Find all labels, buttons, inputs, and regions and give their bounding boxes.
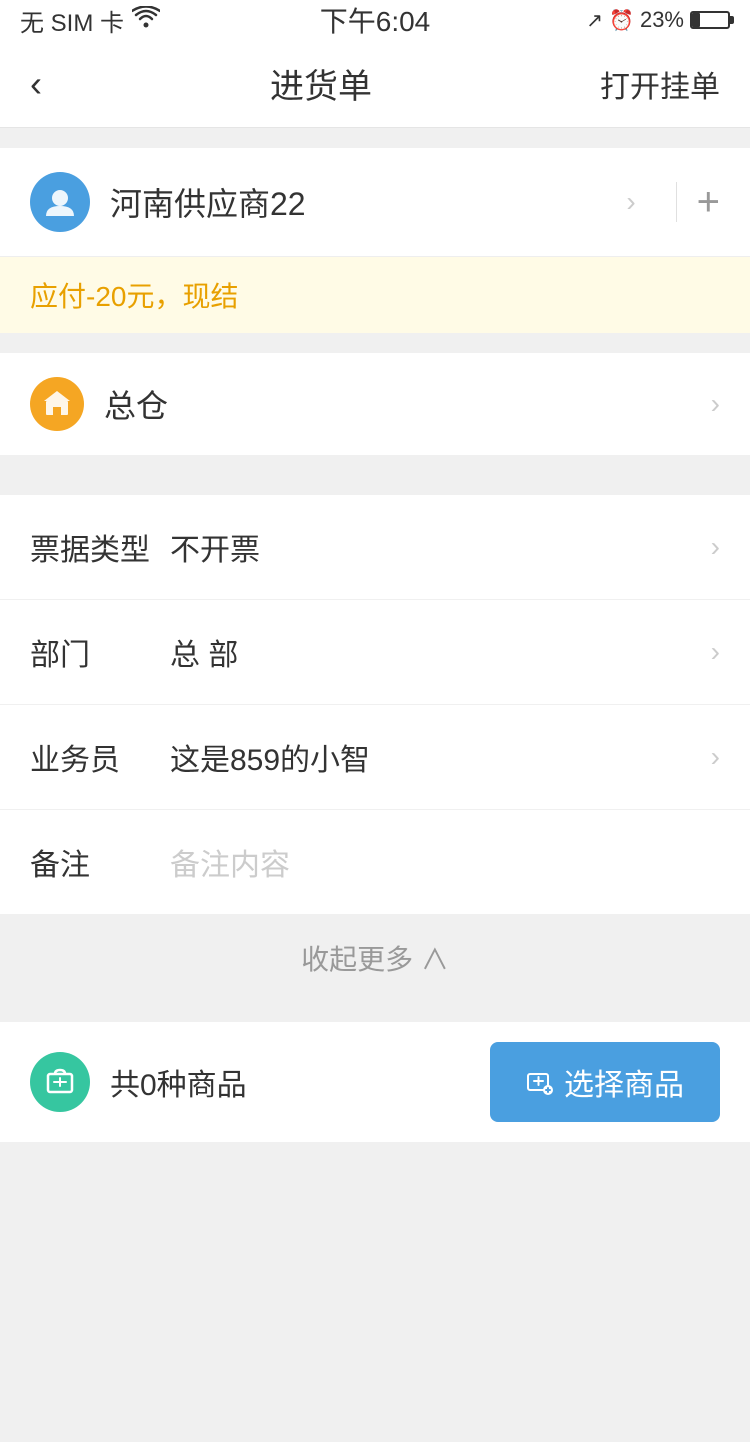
product-left: 共0种商品 bbox=[30, 1052, 247, 1112]
open-pending-button[interactable]: 打开挂单 bbox=[600, 62, 720, 106]
warehouse-section: 总仓 › bbox=[0, 353, 750, 455]
gap-3 bbox=[0, 455, 750, 475]
add-supplier-button[interactable]: + bbox=[697, 180, 720, 225]
battery-icon bbox=[690, 11, 730, 29]
invoice-row[interactable]: 票据类型 不开票 › bbox=[0, 495, 750, 600]
invoice-value: 不开票 bbox=[170, 525, 711, 569]
collapse-label: 收起更多 ∧ bbox=[301, 938, 449, 978]
status-time: 下午6:04 bbox=[320, 0, 431, 40]
department-row[interactable]: 部门 总 部 › bbox=[0, 600, 750, 705]
product-icon bbox=[30, 1052, 90, 1112]
remark-input[interactable]: 备注内容 bbox=[170, 840, 720, 884]
status-left: 无 SIM 卡 bbox=[20, 3, 160, 38]
salesperson-chevron-icon: › bbox=[711, 741, 720, 773]
department-label: 部门 bbox=[30, 630, 170, 674]
back-button[interactable]: ‹ bbox=[30, 63, 42, 105]
supplier-avatar bbox=[30, 172, 90, 232]
status-bar: 无 SIM 卡 下午6:04 ↗ ⏰ 23% bbox=[0, 0, 750, 40]
product-count-label: 共0种商品 bbox=[110, 1060, 247, 1104]
alarm-icon: ⏰ bbox=[609, 8, 634, 33]
department-chevron-icon: › bbox=[711, 636, 720, 668]
salesperson-value: 这是859的小智 bbox=[170, 735, 711, 779]
divider bbox=[676, 182, 677, 222]
remark-label: 备注 bbox=[30, 840, 170, 884]
salesperson-label: 业务员 bbox=[30, 735, 170, 779]
form-section: 票据类型 不开票 › 部门 总 部 › 业务员 这是859的小智 › 备注 备注… bbox=[0, 495, 750, 914]
warehouse-icon bbox=[30, 377, 84, 431]
warehouse-chevron-icon: › bbox=[711, 388, 720, 420]
supplier-section: 河南供应商22 › + 应付-20元，现结 bbox=[0, 148, 750, 333]
carrier-label: 无 SIM 卡 bbox=[20, 3, 124, 38]
gap-2 bbox=[0, 333, 750, 353]
gap-1 bbox=[0, 128, 750, 148]
product-bar: 共0种商品 选择商品 bbox=[0, 1022, 750, 1142]
nav-bar: ‹ 进货单 打开挂单 bbox=[0, 40, 750, 128]
department-value: 总 部 bbox=[170, 630, 711, 674]
invoice-label: 票据类型 bbox=[30, 525, 170, 569]
bottom-area bbox=[0, 1142, 750, 1442]
page-title: 进货单 bbox=[270, 59, 372, 108]
invoice-chevron-icon: › bbox=[711, 531, 720, 563]
warehouse-row[interactable]: 总仓 › bbox=[0, 353, 750, 455]
supplier-row[interactable]: 河南供应商22 › + bbox=[0, 148, 750, 257]
supplier-name: 河南供应商22 bbox=[110, 179, 626, 225]
select-product-label: 选择商品 bbox=[564, 1060, 684, 1104]
wifi-icon bbox=[132, 6, 160, 35]
supplier-chevron-icon: › bbox=[626, 186, 635, 218]
collapse-button[interactable]: 收起更多 ∧ bbox=[0, 914, 750, 1002]
supplier-notice: 应付-20元，现结 bbox=[0, 257, 750, 333]
location-icon: ↗ bbox=[586, 8, 603, 33]
salesperson-row[interactable]: 业务员 这是859的小智 › bbox=[0, 705, 750, 810]
status-right: ↗ ⏰ 23% bbox=[586, 7, 730, 33]
remark-row[interactable]: 备注 备注内容 bbox=[0, 810, 750, 914]
battery-percent: 23% bbox=[640, 7, 684, 33]
warehouse-name: 总仓 bbox=[104, 381, 711, 427]
select-product-button[interactable]: 选择商品 bbox=[490, 1042, 720, 1122]
